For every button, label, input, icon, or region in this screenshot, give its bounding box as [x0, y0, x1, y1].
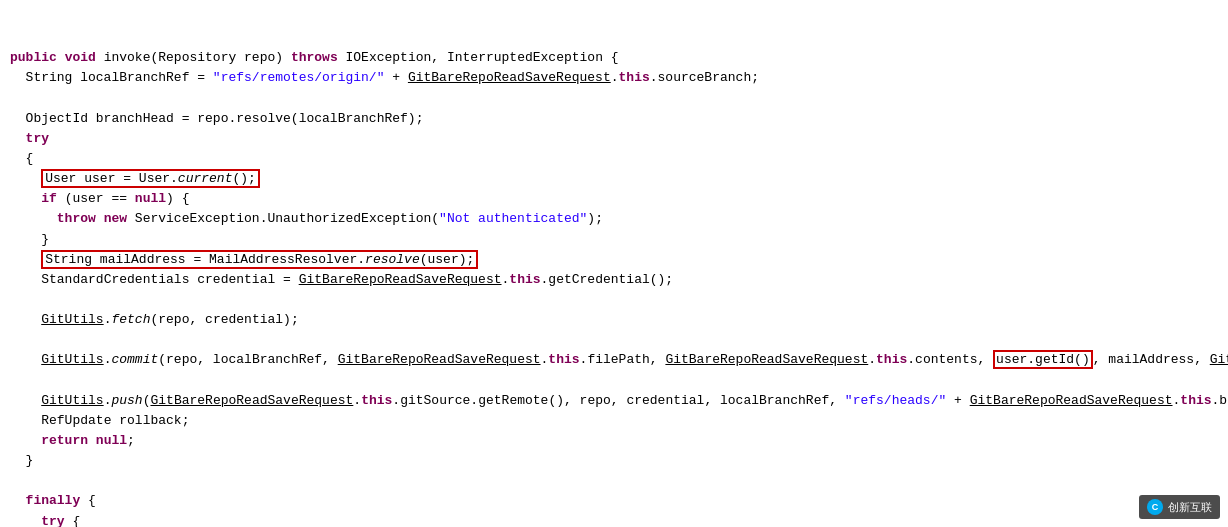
brand-label: 创新互联: [1168, 500, 1212, 515]
code-line: [8, 89, 1228, 109]
code-line: [8, 290, 1228, 310]
code-line: ObjectId branchHead = repo.resolve(local…: [8, 109, 1228, 129]
code-line: GitUtils.commit(repo, localBranchRef, Gi…: [8, 350, 1228, 370]
brand-badge: C 创新互联: [1139, 495, 1220, 519]
code-line: if (user == null) {: [8, 189, 1228, 209]
code-line: GitUtils.push(GitBareRepoReadSaveRequest…: [8, 391, 1228, 411]
code-line: }: [8, 451, 1228, 471]
code-line: }: [8, 230, 1228, 250]
code-line: {: [8, 149, 1228, 169]
code-line: User user = User.current();: [8, 169, 1228, 189]
code-line: throw new ServiceException.UnauthorizedE…: [8, 209, 1228, 229]
code-line: [8, 371, 1228, 391]
code-line: try {: [8, 512, 1228, 527]
code-line: GitUtils.fetch(repo, credential);: [8, 310, 1228, 330]
code-line: finally {: [8, 491, 1228, 511]
code-line: public void invoke(Repository repo) thro…: [8, 48, 1228, 68]
code-line: [8, 330, 1228, 350]
code-viewer: public void invoke(Repository repo) thro…: [0, 0, 1228, 527]
code-line: RefUpdate rollback;: [8, 411, 1228, 431]
code-line: String mailAddress = MailAddressResolver…: [8, 250, 1228, 270]
code-line: return null;: [8, 431, 1228, 451]
code-line: String localBranchRef = "refs/remotes/or…: [8, 68, 1228, 88]
code-line: StandardCredentials credential = GitBare…: [8, 270, 1228, 290]
code-line: try: [8, 129, 1228, 149]
code-line: [8, 471, 1228, 491]
brand-icon: C: [1147, 499, 1163, 515]
